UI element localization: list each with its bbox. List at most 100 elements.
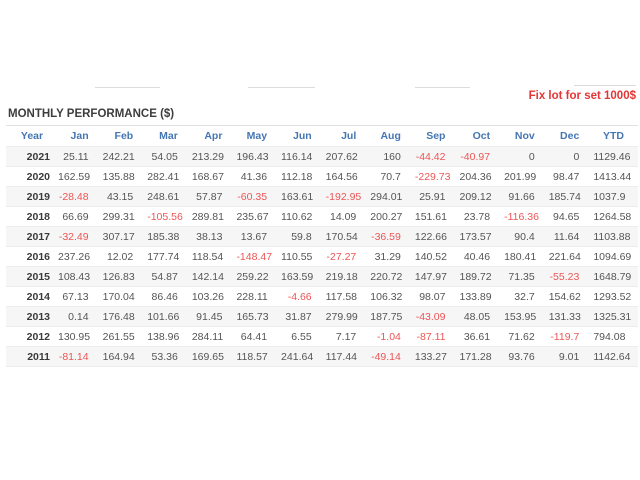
year-cell: 2016	[6, 246, 58, 267]
value-cell: 117.58	[325, 286, 371, 307]
value-cell: 164.94	[102, 346, 148, 367]
value-cell: 116.14	[281, 146, 326, 167]
value-cell: 98.07	[414, 286, 460, 307]
header-row: Year Jan Feb Mar Apr May Jun Jul Aug Sep Oct Nov Dec…	[6, 125, 638, 147]
value-cell: 235.67	[236, 206, 282, 227]
value-cell: 1648.79	[593, 266, 638, 287]
value-cell: 140.52	[414, 246, 460, 267]
value-cell: -49.14	[370, 346, 415, 367]
column-header-year: Year	[6, 125, 58, 147]
value-cell: 307.17	[102, 226, 148, 247]
year-cell: 2021	[6, 146, 58, 167]
value-cell: 43.15	[102, 186, 148, 207]
divider-line	[95, 87, 160, 88]
value-cell: 169.65	[191, 346, 237, 367]
value-cell: 176.48	[102, 306, 148, 327]
value-cell: 54.87	[147, 266, 192, 287]
value-cell: 59.8	[281, 226, 326, 247]
value-cell: 154.62	[548, 286, 594, 307]
value-cell: -192.95	[325, 186, 371, 207]
value-cell: 86.46	[147, 286, 192, 307]
column-header-ytd: YTD	[593, 125, 638, 147]
value-cell: 1037.9	[593, 186, 638, 207]
value-cell: 41.36	[236, 166, 282, 187]
value-cell: 165.73	[236, 306, 282, 327]
value-cell: 242.21	[102, 146, 148, 167]
value-cell: 106.32	[370, 286, 415, 307]
value-cell: 103.26	[191, 286, 237, 307]
section-title: MONTHLY PERFORMANCE ($)	[8, 108, 175, 120]
value-cell: 1103.88	[593, 226, 638, 247]
value-cell: 32.7	[504, 286, 549, 307]
monthly-performance-table: Year Jan Feb Mar Apr May Jun Jul Aug Sep Oct Nov Dec…	[6, 125, 638, 367]
value-cell: 1142.64	[593, 346, 638, 367]
value-cell: 138.96	[147, 326, 192, 347]
value-cell: 98.47	[548, 166, 594, 187]
value-cell: 25.11	[58, 146, 103, 167]
year-cell: 2018	[6, 206, 58, 227]
value-cell: 135.88	[102, 166, 148, 187]
value-cell: 201.99	[504, 166, 549, 187]
value-cell: 67.13	[58, 286, 103, 307]
value-cell: -4.66	[281, 286, 326, 307]
value-cell: 9.01	[548, 346, 594, 367]
value-cell: 168.67	[191, 166, 237, 187]
value-cell: 221.64	[548, 246, 594, 267]
value-cell: -105.56	[147, 206, 192, 227]
value-cell: 259.22	[236, 266, 282, 287]
value-cell: -116.36	[504, 206, 549, 227]
value-cell: 200.27	[370, 206, 415, 227]
value-cell: 1293.52	[593, 286, 638, 307]
value-cell: 64.41	[236, 326, 282, 347]
divider-line	[415, 87, 470, 88]
value-cell: 38.13	[191, 226, 237, 247]
value-cell: 261.55	[102, 326, 148, 347]
column-header-nov: Nov	[504, 125, 549, 147]
value-cell: 130.95	[58, 326, 103, 347]
value-cell: 204.36	[459, 166, 505, 187]
value-cell: -229.73	[414, 166, 460, 187]
value-cell: 187.75	[370, 306, 415, 327]
value-cell: 248.61	[147, 186, 192, 207]
column-header-feb: Feb	[102, 125, 148, 147]
value-cell: 48.05	[459, 306, 505, 327]
value-cell: 131.33	[548, 306, 594, 327]
value-cell: 122.66	[414, 226, 460, 247]
column-header-sep: Sep	[414, 125, 460, 147]
value-cell: 153.95	[504, 306, 549, 327]
value-cell: 294.01	[370, 186, 415, 207]
table-row-2017: 2017 -32.49 307.17 185.38 38.13 13.67 59.8 170.…	[6, 226, 638, 247]
value-cell: 40.46	[459, 246, 505, 267]
value-cell: 6.55	[281, 326, 326, 347]
column-header-jan: Jan	[58, 125, 103, 147]
value-cell: 185.38	[147, 226, 192, 247]
value-cell: 53.36	[147, 346, 192, 367]
value-cell: 7.17	[325, 326, 371, 347]
column-header-apr: Apr	[191, 125, 237, 147]
table-row-2018: 2018 66.69 299.31 -105.56 289.81 235.67 110.62…	[6, 206, 638, 227]
year-cell: 2011	[6, 346, 58, 367]
value-cell: -27.27	[325, 246, 371, 267]
year-cell: 2013	[6, 306, 58, 327]
column-header-oct: Oct	[459, 125, 505, 147]
value-cell: 185.74	[548, 186, 594, 207]
value-cell: 71.62	[504, 326, 549, 347]
table-row-2011: 2011 -81.14 164.94 53.36 169.65 118.57 241.64 1…	[6, 346, 638, 367]
table-row-2021: 2021 25.11 242.21 54.05 213.29 196.43 116.14 20…	[6, 146, 638, 167]
value-cell: 279.99	[325, 306, 371, 327]
value-cell: 70.7	[370, 166, 415, 187]
value-cell: 133.27	[414, 346, 460, 367]
value-cell: 91.45	[191, 306, 237, 327]
year-cell: 2014	[6, 286, 58, 307]
table-row-2019: 2019 -28.48 43.15 248.61 57.87 -60.35 163.61 -1…	[6, 186, 638, 207]
column-header-aug: Aug	[370, 125, 415, 147]
value-cell: 219.18	[325, 266, 371, 287]
value-cell: 94.65	[548, 206, 594, 227]
value-cell: -32.49	[58, 226, 103, 247]
value-cell: 31.87	[281, 306, 326, 327]
value-cell: 118.54	[191, 246, 237, 267]
value-cell: 13.67	[236, 226, 282, 247]
value-cell: 147.97	[414, 266, 460, 287]
value-cell: 93.76	[504, 346, 549, 367]
year-cell: 2020	[6, 166, 58, 187]
